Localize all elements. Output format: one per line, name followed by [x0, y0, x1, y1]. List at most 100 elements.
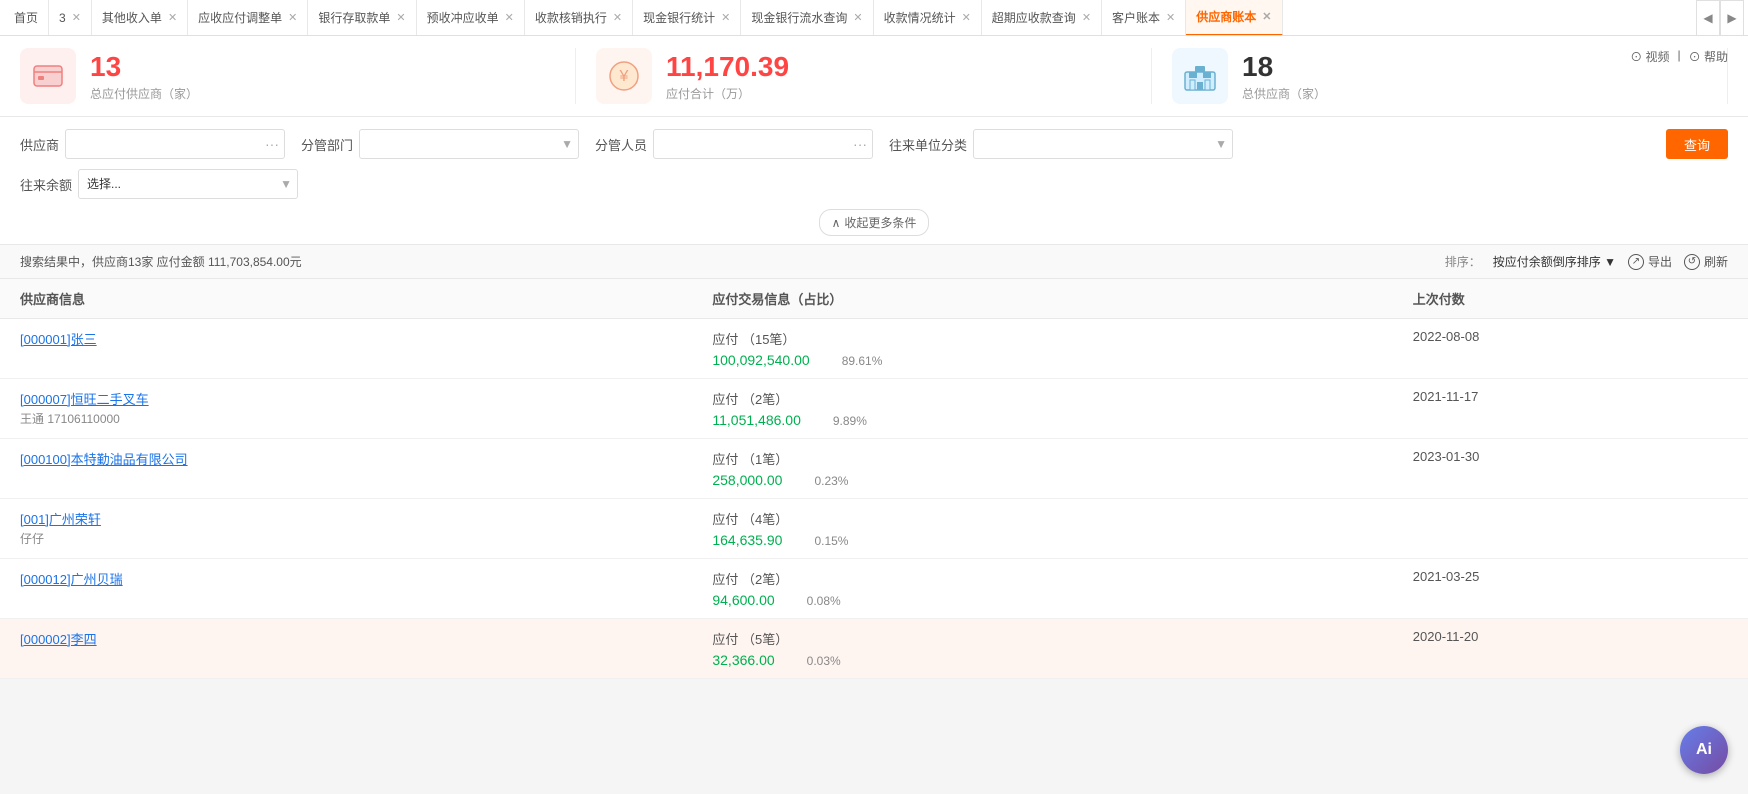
- nav-tab-overdue-close[interactable]: ✕: [1082, 11, 1091, 24]
- supplier-info-cell: [000001]张三: [0, 319, 692, 379]
- nav-tab-cash-stat[interactable]: 现金银行统计 ✕: [633, 0, 741, 36]
- table-row: [000007]恒旺二手叉车王通 17106110000应付 （2笔）11,05…: [0, 379, 1748, 439]
- supplier-link[interactable]: [000100]本特勤油品有限公司: [20, 452, 188, 467]
- nav-tab-receipt-exec-label: 收款核销执行: [535, 9, 607, 26]
- collapse-button[interactable]: ∧ 收起更多条件: [819, 209, 930, 236]
- nav-left-arrow[interactable]: ◀: [1696, 0, 1720, 36]
- results-bar: 搜索结果中，供应商13家 应付金额 111,703,854.00元 排序： 按应…: [0, 245, 1748, 279]
- payable-pct: 0.08%: [807, 594, 841, 608]
- nav-tab-receipt-stat-close[interactable]: ✕: [962, 11, 971, 24]
- payable-amount[interactable]: 164,635.90: [712, 532, 782, 548]
- refresh-icon: ↺: [1684, 254, 1700, 270]
- balance-filter-label: 往来余额: [20, 175, 72, 194]
- nav-right-arrow[interactable]: ▶: [1720, 0, 1744, 36]
- nav-tab-receipt-stat[interactable]: 收款情况统计 ✕: [874, 0, 982, 36]
- video-link[interactable]: ⊙ 视频: [1630, 48, 1669, 65]
- transaction-info-cell: 应付 （2笔）11,051,486.009.89%: [692, 379, 1392, 439]
- nav-tab-supplier-ledger-close[interactable]: ✕: [1262, 10, 1271, 23]
- nav-tab-ar-ap[interactable]: 应收应付调整单 ✕: [188, 0, 308, 36]
- nav-tab-receipt-exec[interactable]: 收款核销执行 ✕: [525, 0, 633, 36]
- payable-count: 应付 （4笔）: [712, 509, 1372, 528]
- nav-tab-home[interactable]: 首页: [4, 0, 49, 36]
- ai-badge-label: Ai: [1696, 741, 1712, 759]
- dept-select[interactable]: [359, 129, 579, 159]
- supplier-filter-label: 供应商: [20, 135, 59, 154]
- nav-tab-prepay[interactable]: 预收冲应收单 ✕: [417, 0, 525, 36]
- payable-amount[interactable]: 100,092,540.00: [712, 352, 809, 368]
- supplier-info-cell: [000100]本特勤油品有限公司: [0, 439, 692, 499]
- nav-tab-cash-query[interactable]: 现金银行流水查询 ✕: [741, 0, 873, 36]
- nav-tab-supplier-ledger-label: 供应商账本: [1196, 8, 1256, 25]
- payable-count: 应付 （2笔）: [712, 389, 1372, 408]
- sort-value[interactable]: 按应付余额倒序排序 ▼: [1493, 253, 1616, 270]
- dept-filter-label: 分管部门: [301, 135, 353, 154]
- nav-tab-supplier-ledger[interactable]: 供应商账本 ✕: [1186, 0, 1282, 36]
- nav-tab-prepay-close[interactable]: ✕: [505, 11, 514, 24]
- total-suppliers-label: 总供应商（家）: [1242, 85, 1326, 102]
- supplier-link[interactable]: [000002]李四: [20, 632, 97, 647]
- nav-tab-ar-ap-close[interactable]: ✕: [288, 11, 297, 24]
- sort-chevron-icon: ▼: [1604, 255, 1616, 269]
- nav-tab-cash-stat-label: 现金银行统计: [643, 9, 715, 26]
- nav-tab-customer-ledger-close[interactable]: ✕: [1166, 11, 1175, 24]
- export-label: 导出: [1648, 253, 1672, 270]
- payable-pct: 89.61%: [842, 354, 883, 368]
- nav-tab-customer-ledger[interactable]: 客户账本 ✕: [1102, 0, 1186, 36]
- nav-tab-3[interactable]: 3 ✕: [49, 0, 92, 36]
- ai-badge[interactable]: Ai: [1680, 726, 1728, 774]
- nav-tab-bank-label: 银行存取款单: [318, 9, 390, 26]
- nav-tab-bank-close[interactable]: ✕: [396, 11, 405, 24]
- summary-item-payable-total: ¥ 11,170.39 应付合计（万）: [576, 48, 1152, 104]
- payable-total-icon: ¥: [596, 48, 652, 104]
- supplier-input[interactable]: [65, 129, 285, 159]
- nav-tab-cash-query-close[interactable]: ✕: [853, 11, 862, 24]
- payable-amount[interactable]: 32,366.00: [712, 652, 774, 668]
- search-button[interactable]: 查询: [1666, 129, 1728, 159]
- supplier-link[interactable]: [000012]广州贝瑞: [20, 572, 123, 587]
- total-suppliers-value: 18: [1242, 50, 1326, 84]
- filter-supplier: 供应商 ···: [20, 129, 285, 159]
- supplier-link[interactable]: [001]广州荣轩: [20, 512, 101, 527]
- transaction-info-cell: 应付 （4笔）164,635.900.15%: [692, 499, 1392, 559]
- payable-amount[interactable]: 11,051,486.00: [712, 412, 801, 428]
- nav-tab-cash-query-label: 现金银行流水查询: [751, 9, 847, 26]
- supplier-dots[interactable]: ···: [265, 136, 279, 152]
- nav-tab-3-close[interactable]: ✕: [72, 11, 81, 24]
- supplier-link[interactable]: [000007]恒旺二手叉车: [20, 392, 149, 407]
- last-payment-cell: [1393, 499, 1748, 559]
- nav-tab-receipt-exec-close[interactable]: ✕: [613, 11, 622, 24]
- help-link[interactable]: ⊙ 帮助: [1689, 48, 1728, 65]
- payable-suppliers-label: 总应付供应商（家）: [90, 85, 198, 102]
- nav-tab-other-income[interactable]: 其他收入单 ✕: [92, 0, 188, 36]
- nav-tab-bank[interactable]: 银行存取款单 ✕: [308, 0, 416, 36]
- nav-tab-ar-ap-label: 应收应付调整单: [198, 9, 282, 26]
- last-payment-cell: 2021-11-17: [1393, 379, 1748, 439]
- balance-select-wrap: 选择... ▼: [78, 169, 298, 199]
- last-payment-date: 2020-11-20: [1413, 629, 1479, 644]
- refresh-button[interactable]: ↺ 刷新: [1684, 253, 1728, 270]
- category-select[interactable]: [973, 129, 1233, 159]
- payable-amount[interactable]: 94,600.00: [712, 592, 774, 608]
- person-input[interactable]: [653, 129, 873, 159]
- export-button[interactable]: ↗ 导出: [1628, 253, 1672, 270]
- payable-suppliers-icon: [20, 48, 76, 104]
- payable-suppliers-value: 13: [90, 50, 198, 84]
- sort-label: 排序：: [1445, 253, 1481, 270]
- nav-tab-overdue[interactable]: 超期应收款查询 ✕: [982, 0, 1102, 36]
- supplier-info-cell: [001]广州荣轩仔仔: [0, 499, 692, 559]
- last-payment-date: 2021-03-25: [1413, 569, 1480, 584]
- nav-tab-other-income-close[interactable]: ✕: [168, 11, 177, 24]
- supplier-input-wrap: ···: [65, 129, 285, 159]
- payable-count: 应付 （1笔）: [712, 449, 1372, 468]
- nav-tab-3-label: 3: [59, 11, 66, 25]
- table-row: [001]广州荣轩仔仔应付 （4笔）164,635.900.15%: [0, 499, 1748, 559]
- payable-amount[interactable]: 258,000.00: [712, 472, 782, 488]
- person-dots[interactable]: ···: [853, 136, 867, 152]
- nav-tab-cash-stat-close[interactable]: ✕: [721, 11, 730, 24]
- balance-select[interactable]: 选择...: [78, 169, 298, 199]
- supplier-link[interactable]: [000001]张三: [20, 332, 97, 347]
- total-suppliers-icon: [1172, 48, 1228, 104]
- person-input-wrap: ···: [653, 129, 873, 159]
- col-header-last-payment: 上次付数: [1393, 279, 1748, 319]
- last-payment-date: 2022-08-08: [1413, 329, 1480, 344]
